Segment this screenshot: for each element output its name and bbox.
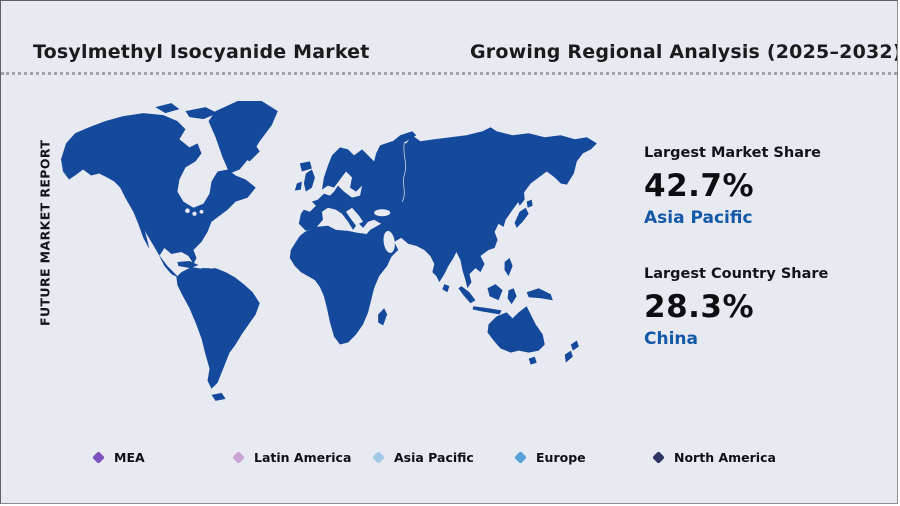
- continent-australia: [487, 306, 579, 365]
- legend-item-mea: MEA: [92, 450, 145, 465]
- stat-label: Largest Country Share: [644, 266, 829, 282]
- southeast-asia-islands: [442, 258, 553, 315]
- stat-value: 42.7%: [644, 168, 755, 204]
- legend-label: North America: [674, 450, 776, 465]
- stat-label: Largest Market Share: [644, 145, 821, 161]
- legend-item-north-america: North America: [652, 450, 776, 465]
- legend-label: Latin America: [254, 450, 352, 465]
- world-map: [61, 101, 597, 401]
- great-lake: [192, 211, 197, 216]
- legend-item-europe: Europe: [514, 450, 586, 465]
- legend-item-asia-pacific: Asia Pacific: [372, 450, 474, 465]
- stat-largest-market-share: Largest Market Share 42.7% Asia Pacific: [644, 145, 889, 228]
- legend-diamond-icon: [372, 451, 385, 464]
- legend-label: MEA: [114, 450, 145, 465]
- black-sea: [374, 209, 391, 217]
- infographic-canvas: Tosylmethyl Isocyanide Market Growing Re…: [0, 0, 898, 504]
- legend-label: Asia Pacific: [394, 450, 474, 465]
- continent-south-america: [176, 267, 260, 401]
- legend-diamond-icon: [652, 451, 665, 464]
- legend-diamond-icon: [92, 451, 105, 464]
- page-title: Tosylmethyl Isocyanide Market: [33, 41, 370, 63]
- great-lake: [185, 208, 190, 214]
- legend-label: Europe: [536, 450, 586, 465]
- legend-diamond-icon: [232, 451, 245, 464]
- stat-largest-country-share: Largest Country Share 28.3% China: [644, 266, 889, 349]
- header-bar: Tosylmethyl Isocyanide Market Growing Re…: [1, 1, 897, 75]
- stat-value: 28.3%: [644, 289, 755, 325]
- legend-item-latin-america: Latin America: [232, 450, 352, 465]
- stat-region-name: Asia Pacific: [644, 208, 753, 228]
- stat-region-name: China: [644, 329, 698, 349]
- great-lake: [199, 209, 204, 214]
- page-subtitle: Growing Regional Analysis (2025–2032): [470, 41, 898, 63]
- legend-diamond-icon: [514, 451, 527, 464]
